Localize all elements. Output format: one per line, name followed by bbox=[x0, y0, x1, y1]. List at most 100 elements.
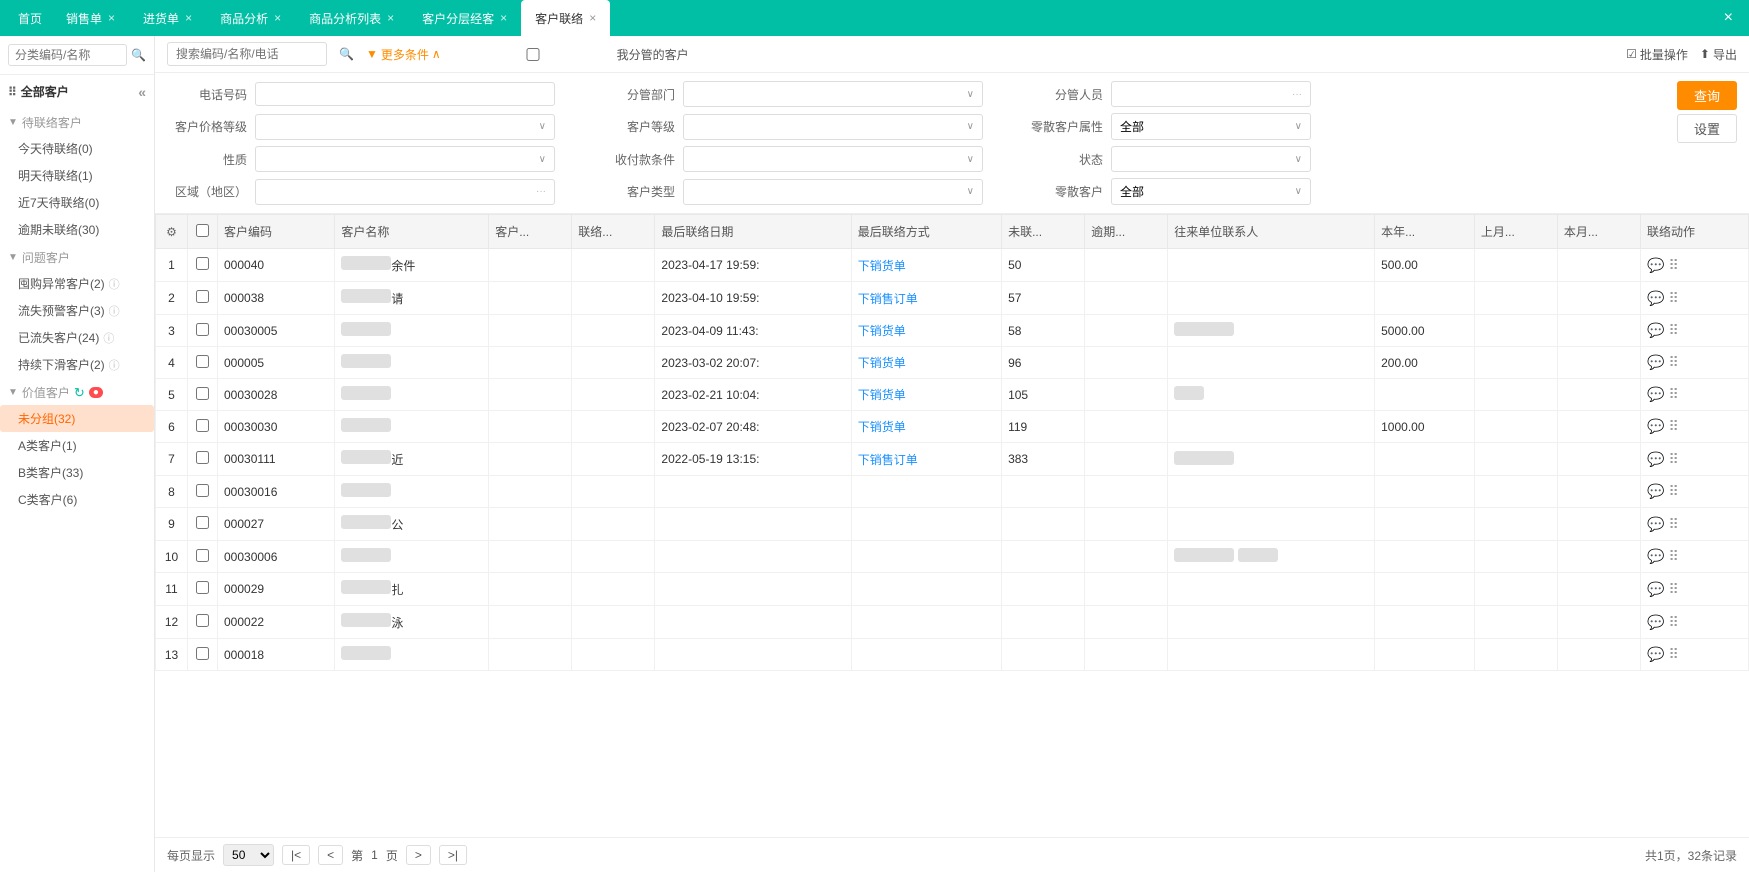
my-customers-checkbox[interactable]: 我分管的客户 bbox=[453, 46, 689, 63]
row-actions[interactable]: 💬⠿ bbox=[1641, 282, 1749, 315]
chat-icon[interactable]: 💬 bbox=[1647, 257, 1664, 274]
close-icon[interactable]: × bbox=[108, 11, 115, 25]
more-actions-icon[interactable]: ⠿ bbox=[1668, 290, 1678, 307]
export-button[interactable]: ⬆ 导出 bbox=[1700, 46, 1737, 63]
chat-icon[interactable]: 💬 bbox=[1647, 614, 1664, 631]
more-actions-icon[interactable]: ⠿ bbox=[1668, 418, 1678, 435]
batch-operation-button[interactable]: ☑ 批量操作 bbox=[1626, 46, 1688, 63]
more-actions-icon[interactable]: ⠿ bbox=[1668, 614, 1678, 631]
row-checkbox[interactable] bbox=[196, 614, 209, 627]
row-checkbox[interactable] bbox=[196, 581, 209, 594]
phone-input[interactable] bbox=[255, 82, 555, 106]
reset-button[interactable]: 设置 bbox=[1677, 114, 1737, 143]
tab-customer-contact[interactable]: 客户联络 × bbox=[521, 0, 610, 36]
last-contact-method[interactable]: 下销货单 bbox=[851, 315, 1001, 347]
row-checkbox[interactable] bbox=[196, 290, 209, 303]
close-icon[interactable]: × bbox=[387, 11, 394, 25]
nature-select[interactable]: ∨ bbox=[255, 146, 555, 172]
row-checkbox[interactable] bbox=[196, 419, 209, 432]
refresh-icon[interactable]: ↻ bbox=[74, 385, 85, 401]
sidebar-item-churned[interactable]: 已流失客户(24) ⓘ bbox=[0, 324, 154, 351]
more-conditions-toggle[interactable]: ▼ 更多条件 ∧ bbox=[366, 46, 441, 63]
value-customers-group[interactable]: ▼ 价值客户 ↻ ● bbox=[0, 378, 154, 405]
last-contact-method[interactable]: 下销货单 bbox=[851, 347, 1001, 379]
sidebar-item-7days-pending[interactable]: 近7天待联络(0) bbox=[0, 189, 154, 216]
row-actions[interactable]: 💬⠿ bbox=[1641, 508, 1749, 541]
chat-icon[interactable]: 💬 bbox=[1647, 516, 1664, 533]
row-actions[interactable]: 💬⠿ bbox=[1641, 249, 1749, 282]
sidebar-item-declining[interactable]: 持续下滑客户(2) ⓘ bbox=[0, 351, 154, 378]
more-actions-icon[interactable]: ⠿ bbox=[1668, 516, 1678, 533]
more-actions-icon[interactable]: ⠿ bbox=[1668, 581, 1678, 598]
row-checkbox[interactable] bbox=[196, 451, 209, 464]
last-contact-method[interactable] bbox=[851, 639, 1001, 671]
search-icon[interactable]: 🔍 bbox=[339, 47, 354, 61]
row-checkbox-cell[interactable] bbox=[188, 443, 218, 476]
sidebar-search-input[interactable] bbox=[8, 44, 127, 66]
more-actions-icon[interactable]: ⠿ bbox=[1668, 386, 1678, 403]
more-actions-icon[interactable]: ⠿ bbox=[1668, 646, 1678, 663]
row-actions[interactable]: 💬⠿ bbox=[1641, 476, 1749, 508]
chat-icon[interactable]: 💬 bbox=[1647, 581, 1664, 598]
select-all-checkbox[interactable] bbox=[196, 224, 209, 237]
prev-page-button[interactable]: < bbox=[318, 845, 343, 865]
row-checkbox[interactable] bbox=[196, 355, 209, 368]
tab-product-analysis-list[interactable]: 商品分析列表 × bbox=[295, 0, 408, 36]
row-checkbox[interactable] bbox=[196, 484, 209, 497]
row-actions[interactable]: 💬⠿ bbox=[1641, 541, 1749, 573]
query-button[interactable]: 查询 bbox=[1677, 81, 1737, 110]
last-contact-method[interactable]: 下销货单 bbox=[851, 379, 1001, 411]
more-actions-icon[interactable]: ⠿ bbox=[1668, 322, 1678, 339]
row-checkbox-cell[interactable] bbox=[188, 476, 218, 508]
last-contact-method[interactable] bbox=[851, 573, 1001, 606]
price-grade-select[interactable]: ∨ bbox=[255, 114, 555, 140]
last-contact-method[interactable] bbox=[851, 476, 1001, 508]
payment-select[interactable]: ∨ bbox=[683, 146, 983, 172]
row-actions[interactable]: 💬⠿ bbox=[1641, 315, 1749, 347]
casual-attr-select[interactable]: 全部 ∨ bbox=[1111, 113, 1311, 140]
window-close-button[interactable]: × bbox=[1716, 9, 1741, 27]
chat-icon[interactable]: 💬 bbox=[1647, 418, 1664, 435]
last-contact-method[interactable]: 下销货单 bbox=[851, 249, 1001, 282]
th-checkbox[interactable] bbox=[188, 215, 218, 249]
row-checkbox[interactable] bbox=[196, 323, 209, 336]
row-checkbox-cell[interactable] bbox=[188, 249, 218, 282]
last-contact-method[interactable] bbox=[851, 606, 1001, 639]
all-customers-header[interactable]: ⠿ 全部客户 « bbox=[0, 75, 154, 108]
chat-icon[interactable]: 💬 bbox=[1647, 290, 1664, 307]
close-icon[interactable]: × bbox=[500, 11, 507, 25]
row-actions[interactable]: 💬⠿ bbox=[1641, 606, 1749, 639]
chat-icon[interactable]: 💬 bbox=[1647, 646, 1664, 663]
dept-select[interactable]: ∨ bbox=[683, 81, 983, 107]
more-actions-icon[interactable]: ⠿ bbox=[1668, 451, 1678, 468]
sidebar-item-today-pending[interactable]: 今天待联络(0) bbox=[0, 135, 154, 162]
problem-customers-group[interactable]: ▼ 问题客户 bbox=[0, 243, 154, 270]
first-page-button[interactable]: |< bbox=[282, 845, 310, 865]
tab-sales[interactable]: 销售单 × bbox=[52, 0, 129, 36]
customer-grade-select[interactable]: ∨ bbox=[683, 114, 983, 140]
last-contact-method[interactable]: 下销售订单 bbox=[851, 443, 1001, 476]
row-actions[interactable]: 💬⠿ bbox=[1641, 443, 1749, 476]
region-select[interactable]: ··· bbox=[255, 179, 555, 205]
chat-icon[interactable]: 💬 bbox=[1647, 354, 1664, 371]
row-checkbox-cell[interactable] bbox=[188, 411, 218, 443]
last-page-button[interactable]: >| bbox=[439, 845, 467, 865]
sidebar-item-class-a[interactable]: A类客户(1) bbox=[0, 432, 154, 459]
chat-icon[interactable]: 💬 bbox=[1647, 483, 1664, 500]
row-checkbox-cell[interactable] bbox=[188, 508, 218, 541]
row-checkbox[interactable] bbox=[196, 549, 209, 562]
more-actions-icon[interactable]: ⠿ bbox=[1668, 548, 1678, 565]
sidebar-item-tomorrow-pending[interactable]: 明天待联络(1) bbox=[0, 162, 154, 189]
close-icon[interactable]: × bbox=[274, 11, 281, 25]
chat-icon[interactable]: 💬 bbox=[1647, 322, 1664, 339]
manager-select[interactable]: ··· bbox=[1111, 81, 1311, 107]
row-checkbox-cell[interactable] bbox=[188, 282, 218, 315]
row-checkbox-cell[interactable] bbox=[188, 541, 218, 573]
page-size-select[interactable]: 50 100 200 bbox=[223, 844, 274, 866]
tab-customer-segment[interactable]: 客户分层经客 × bbox=[408, 0, 521, 36]
tab-home[interactable]: 首页 bbox=[8, 0, 52, 36]
row-actions[interactable]: 💬⠿ bbox=[1641, 379, 1749, 411]
my-customers-check[interactable] bbox=[453, 48, 613, 61]
row-actions[interactable]: 💬⠿ bbox=[1641, 347, 1749, 379]
last-contact-method[interactable]: 下销售订单 bbox=[851, 282, 1001, 315]
